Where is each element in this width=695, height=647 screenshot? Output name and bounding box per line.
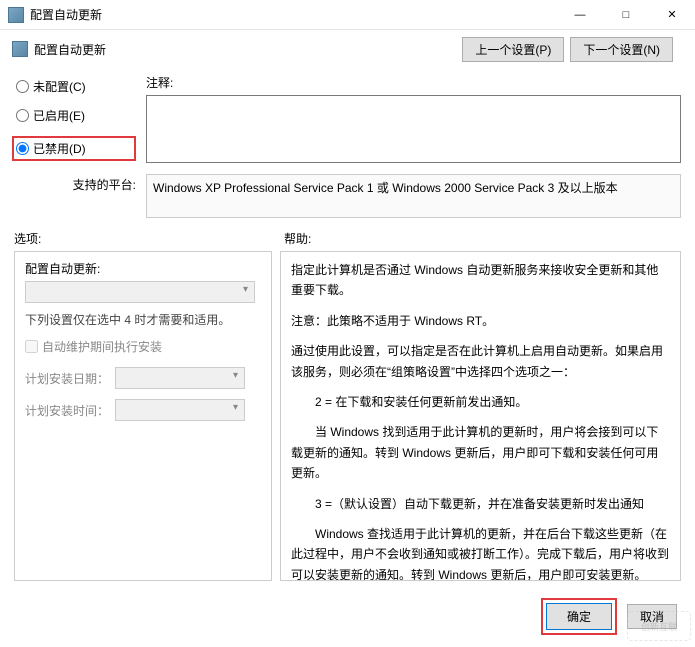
configure-update-label: 配置自动更新: <box>25 260 261 277</box>
install-time-select[interactable] <box>115 399 245 421</box>
help-p7: Windows 查找适用于此计算机的更新，并在后台下载这些更新（在此过程中，用户… <box>291 524 670 581</box>
comment-textarea[interactable] <box>146 95 681 163</box>
header-row: 配置自动更新 上一个设置(P) 下一个设置(N) <box>0 30 695 62</box>
options-note: 下列设置仅在选中 4 时才需要和适用。 <box>25 311 261 328</box>
supported-label: 支持的平台: <box>16 174 136 193</box>
radio-enabled-input[interactable] <box>16 109 29 122</box>
ok-button[interactable]: 确定 <box>546 603 612 630</box>
radio-not-configured-label: 未配置(C) <box>33 78 86 95</box>
auto-maintenance-checkbox-row: 自动维护期间执行安装 <box>25 338 261 355</box>
minimize-button[interactable]: — <box>557 0 603 30</box>
supported-platforms-box: Windows XP Professional Service Pack 1 或… <box>146 174 681 218</box>
policy-icon <box>12 41 28 57</box>
auto-maintenance-checkbox[interactable] <box>25 340 38 353</box>
radio-disabled[interactable]: 已禁用(D) <box>12 136 136 161</box>
options-panel: 配置自动更新: 下列设置仅在选中 4 时才需要和适用。 自动维护期间执行安装 计… <box>14 251 272 581</box>
footer-buttons: 确定 取消 <box>541 598 677 635</box>
install-date-select[interactable] <box>115 367 245 389</box>
radio-disabled-input[interactable] <box>16 142 29 155</box>
help-p2: 注意：此策略不适用于 Windows RT。 <box>291 311 670 331</box>
help-label: 帮助: <box>284 230 681 247</box>
comment-block: 注释: <box>146 74 681 166</box>
help-p5: 当 Windows 找到适用于此计算机的更新时，用户将会接到可以下载更新的通知。… <box>291 422 670 483</box>
help-p4: 2 = 在下载和安装任何更新前发出通知。 <box>291 392 670 412</box>
install-time-label: 计划安装时间： <box>25 402 109 419</box>
radio-enabled[interactable]: 已启用(E) <box>16 107 136 124</box>
radio-not-configured[interactable]: 未配置(C) <box>16 78 136 95</box>
previous-setting-button[interactable]: 上一个设置(P) <box>462 37 564 62</box>
radio-not-configured-input[interactable] <box>16 80 29 93</box>
install-time-row: 计划安装时间： <box>25 399 261 421</box>
maximize-button[interactable]: □ <box>603 0 649 30</box>
options-label: 选项: <box>14 230 274 247</box>
close-button[interactable]: ✕ <box>649 0 695 30</box>
configure-update-select[interactable] <box>25 281 255 303</box>
ok-highlight: 确定 <box>541 598 617 635</box>
title-bar: 配置自动更新 — □ ✕ <box>0 0 695 30</box>
install-date-label: 计划安装日期： <box>25 370 109 387</box>
app-icon <box>8 7 24 23</box>
help-p1: 指定此计算机是否通过 Windows 自动更新服务来接收安全更新和其他重要下载。 <box>291 260 670 301</box>
next-setting-button[interactable]: 下一个设置(N) <box>570 37 673 62</box>
window-title: 配置自动更新 <box>30 6 557 23</box>
install-date-row: 计划安装日期： <box>25 367 261 389</box>
policy-title: 配置自动更新 <box>34 41 462 58</box>
help-p3: 通过使用此设置，可以指定是否在此计算机上启用自动更新。如果启用该服务，则必须在“… <box>291 341 670 382</box>
help-p6: 3 =（默认设置）自动下载更新，并在准备安装更新时发出通知 <box>291 494 670 514</box>
comment-label: 注释: <box>146 74 681 91</box>
state-radio-group: 未配置(C) 已启用(E) 已禁用(D) <box>16 74 136 166</box>
auto-maintenance-label: 自动维护期间执行安装 <box>42 338 162 355</box>
help-panel[interactable]: 指定此计算机是否通过 Windows 自动更新服务来接收安全更新和其他重要下载。… <box>280 251 681 581</box>
radio-enabled-label: 已启用(E) <box>33 107 85 124</box>
radio-disabled-label: 已禁用(D) <box>33 140 86 157</box>
cancel-button[interactable]: 取消 <box>627 604 677 629</box>
